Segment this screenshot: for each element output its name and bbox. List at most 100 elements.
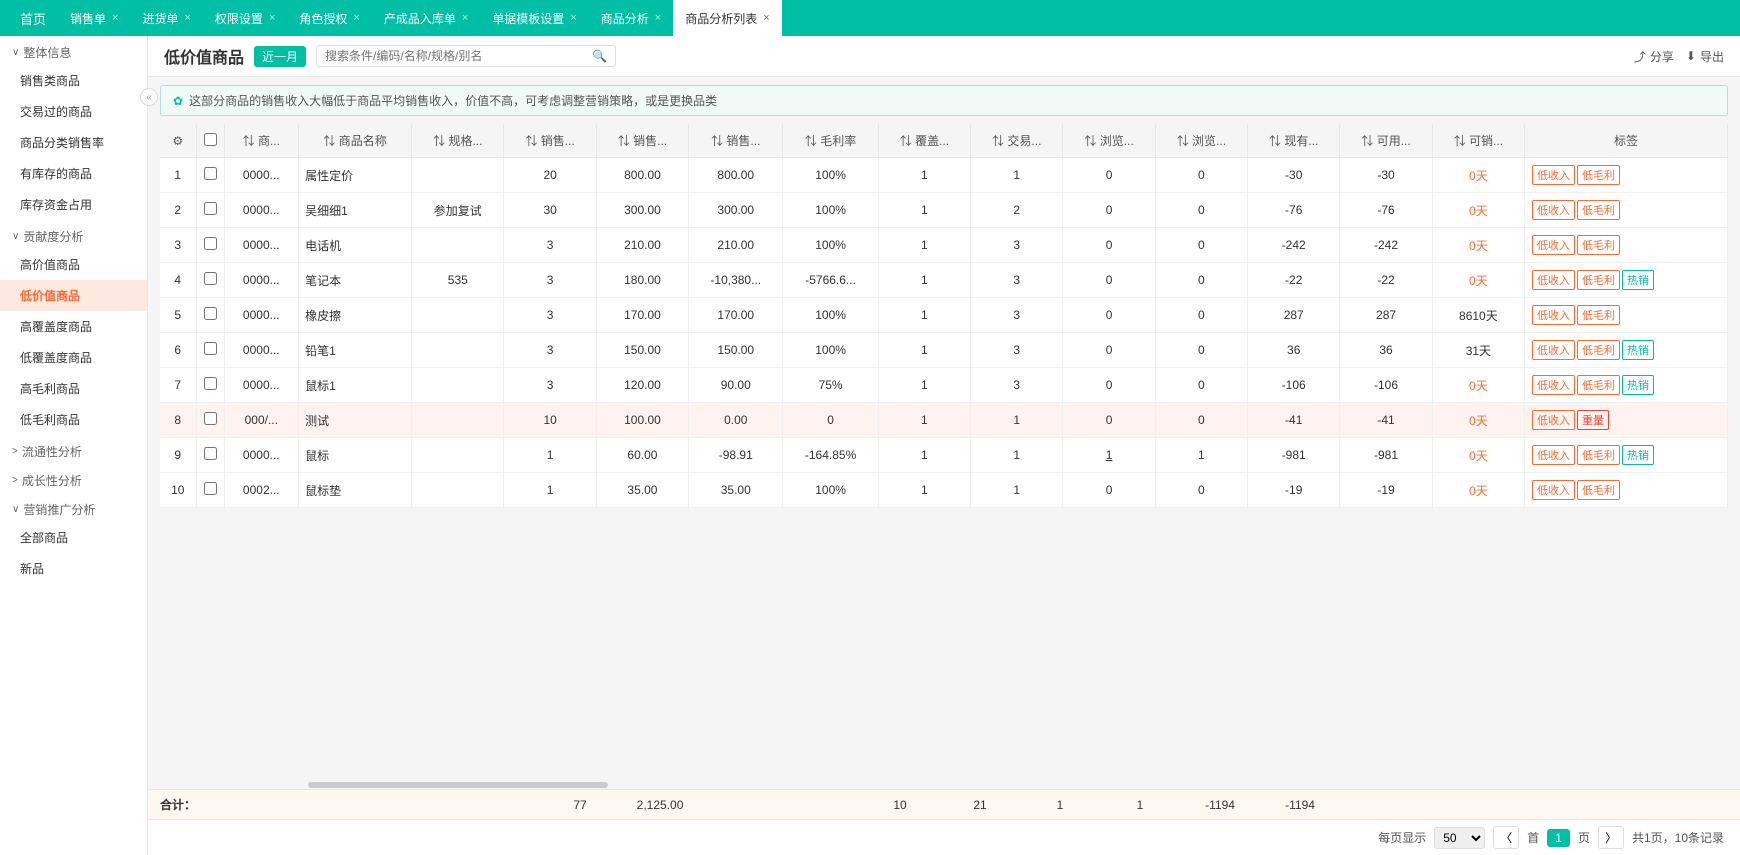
cell-s2: 120.00 bbox=[596, 368, 688, 403]
cell-cover: 1 bbox=[878, 263, 970, 298]
nav-product-warehouse[interactable]: 产成品入库单 × bbox=[372, 0, 480, 36]
group-contribution[interactable]: ∨ 贡献度分析 bbox=[0, 220, 147, 249]
sort-st1-icon[interactable]: ⇅ bbox=[1269, 134, 1281, 148]
sort-b1-icon[interactable]: ⇅ bbox=[1084, 134, 1096, 148]
nav-permissions[interactable]: 权限设置 × bbox=[203, 0, 287, 36]
table-row: 2 0000... 吴细细1 参加复试 30 300.00 300.00 100… bbox=[160, 193, 1728, 228]
nav-sales[interactable]: 销售单 × bbox=[58, 0, 130, 36]
sidebar-item-high-margin[interactable]: 高毛利商品 bbox=[0, 373, 147, 404]
sidebar-item-stock-capital[interactable]: 库存资金占用 bbox=[0, 189, 147, 220]
cell-checkbox[interactable] bbox=[196, 158, 224, 193]
sidebar-item-all-goods[interactable]: 全部商品 bbox=[0, 522, 147, 553]
nav-product-analysis[interactable]: 商品分析 × bbox=[589, 0, 673, 36]
sidebar-item-category-rate[interactable]: 商品分类销售率 bbox=[0, 127, 147, 158]
row-checkbox[interactable] bbox=[204, 237, 217, 250]
cell-checkbox[interactable] bbox=[196, 438, 224, 473]
horizontal-scrollbar[interactable] bbox=[148, 781, 1740, 789]
cell-checkbox[interactable] bbox=[196, 473, 224, 508]
cell-trade: 3 bbox=[971, 368, 1063, 403]
row-checkbox[interactable] bbox=[204, 412, 217, 425]
cell-checkbox[interactable] bbox=[196, 403, 224, 438]
sidebar-item-low-value[interactable]: 低价值商品 bbox=[0, 280, 147, 311]
th-stock1: ⇅ 现有... bbox=[1248, 124, 1340, 158]
cell-spec bbox=[412, 403, 504, 438]
cell-days: 0天 bbox=[1432, 263, 1524, 298]
settings-icon[interactable]: ⚙ bbox=[172, 134, 183, 148]
row-checkbox[interactable] bbox=[204, 482, 217, 495]
sidebar-item-high-value[interactable]: 高价值商品 bbox=[0, 249, 147, 280]
th-checkbox[interactable] bbox=[196, 124, 224, 158]
group-marketing[interactable]: ∨ 营销推广分析 bbox=[0, 493, 147, 522]
group-flow[interactable]: > 流通性分析 bbox=[0, 435, 147, 464]
sidebar-item-low-margin[interactable]: 低毛利商品 bbox=[0, 404, 147, 435]
nav-template[interactable]: 单据模板设置 × bbox=[480, 0, 588, 36]
sidebar-item-sales-goods[interactable]: 销售类商品 bbox=[0, 65, 147, 96]
sort-b2-icon[interactable]: ⇅ bbox=[1177, 134, 1189, 148]
filter-btn[interactable]: 近一月 bbox=[254, 46, 306, 67]
sidebar-item-high-coverage[interactable]: 高覆盖度商品 bbox=[0, 311, 147, 342]
cell-checkbox[interactable] bbox=[196, 228, 224, 263]
table-row: 3 0000... 电话机 3 210.00 210.00 100% 1 3 0… bbox=[160, 228, 1728, 263]
th-settings[interactable]: ⚙ bbox=[160, 124, 196, 158]
top-navigation: 首页 销售单 × 进货单 × 权限设置 × 角色授权 × 产成品入库单 × 单据… bbox=[0, 0, 1740, 36]
nav-home[interactable]: 首页 bbox=[8, 0, 58, 36]
close-permissions-icon[interactable]: × bbox=[269, 12, 275, 24]
sort-s3-icon[interactable]: ⇅ bbox=[711, 134, 723, 148]
close-sales-icon[interactable]: × bbox=[112, 12, 118, 24]
sidebar-collapse-btn[interactable]: « bbox=[140, 88, 158, 106]
cell-browse1[interactable]: 1 bbox=[1063, 438, 1155, 473]
cell-checkbox[interactable] bbox=[196, 263, 224, 298]
nav-purchase[interactable]: 进货单 × bbox=[130, 0, 202, 36]
sidebar-item-low-coverage[interactable]: 低覆盖度商品 bbox=[0, 342, 147, 373]
sort-name-icon[interactable]: ⇅ bbox=[323, 134, 335, 148]
search-input[interactable] bbox=[325, 49, 588, 63]
total-stock1: -1194 bbox=[1180, 798, 1260, 812]
row-checkbox[interactable] bbox=[204, 202, 217, 215]
next-page-btn[interactable]: 〉 bbox=[1598, 826, 1624, 849]
sort-sale-icon[interactable]: ⇅ bbox=[1454, 134, 1466, 148]
sort-trade-icon[interactable]: ⇅ bbox=[992, 134, 1004, 148]
cell-trade: 1 bbox=[971, 158, 1063, 193]
cell-checkbox[interactable] bbox=[196, 193, 224, 228]
row-checkbox[interactable] bbox=[204, 342, 217, 355]
cell-checkbox[interactable] bbox=[196, 368, 224, 403]
close-role-icon[interactable]: × bbox=[353, 12, 359, 24]
search-icon[interactable]: 🔍 bbox=[592, 49, 607, 63]
close-analysis-list-icon[interactable]: × bbox=[763, 12, 769, 24]
row-checkbox[interactable] bbox=[204, 272, 217, 285]
row-checkbox[interactable] bbox=[204, 447, 217, 460]
sort-margin-icon[interactable]: ⇅ bbox=[805, 134, 817, 148]
row-checkbox[interactable] bbox=[204, 307, 217, 320]
sort-cover-icon[interactable]: ⇅ bbox=[900, 134, 912, 148]
sort-icon[interactable]: ⇅ bbox=[243, 134, 255, 148]
sort-s1-icon[interactable]: ⇅ bbox=[525, 134, 537, 148]
group-growth[interactable]: > 成长性分析 bbox=[0, 464, 147, 493]
cell-stock2: -981 bbox=[1340, 438, 1432, 473]
close-analysis-icon[interactable]: × bbox=[655, 12, 661, 24]
sidebar-item-new-goods[interactable]: 新品 bbox=[0, 553, 147, 584]
group-overview[interactable]: ∨ 整体信息 bbox=[0, 36, 147, 65]
close-template-icon[interactable]: × bbox=[570, 12, 576, 24]
close-warehouse-icon[interactable]: × bbox=[462, 12, 468, 24]
nav-analysis-list[interactable]: 商品分析列表 × bbox=[673, 0, 781, 36]
cell-s2: 150.00 bbox=[596, 333, 688, 368]
sort-s2-icon[interactable]: ⇅ bbox=[618, 134, 630, 148]
first-page-btn[interactable]: 〈 bbox=[1493, 826, 1519, 849]
cell-stock2: -106 bbox=[1340, 368, 1432, 403]
per-page-select[interactable]: 50 100 200 bbox=[1434, 827, 1485, 849]
row-checkbox[interactable] bbox=[204, 167, 217, 180]
sidebar-item-traded-goods[interactable]: 交易过的商品 bbox=[0, 96, 147, 127]
nav-role-auth[interactable]: 角色授权 × bbox=[287, 0, 371, 36]
sidebar-item-stock-goods[interactable]: 有库存的商品 bbox=[0, 158, 147, 189]
cell-checkbox[interactable] bbox=[196, 333, 224, 368]
share-btn[interactable]: ⤴ 分享 bbox=[1634, 48, 1674, 65]
scrollbar-thumb[interactable] bbox=[308, 782, 608, 788]
close-purchase-icon[interactable]: × bbox=[184, 12, 190, 24]
table-container[interactable]: ⚙ ⇅ 商... ⇅ 商品名称 ⇅ 规格... ⇅ 销售... ⇅ 销售... … bbox=[160, 124, 1728, 781]
select-all-checkbox[interactable] bbox=[204, 133, 217, 146]
sort-st2-icon[interactable]: ⇅ bbox=[1361, 134, 1373, 148]
cell-checkbox[interactable] bbox=[196, 298, 224, 333]
export-btn[interactable]: ⬇ 导出 bbox=[1686, 48, 1724, 65]
sort-spec-icon[interactable]: ⇅ bbox=[433, 134, 445, 148]
row-checkbox[interactable] bbox=[204, 377, 217, 390]
